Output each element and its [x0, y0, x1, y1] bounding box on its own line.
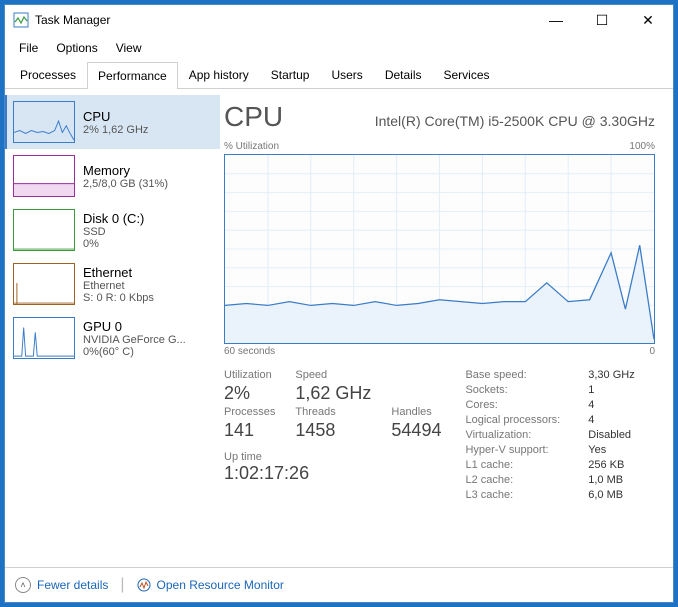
fewer-details-label: Fewer details: [37, 578, 108, 592]
speed-value: 1,62 GHz: [295, 383, 371, 404]
content-area: CPU 2% 1,62 GHz Memory 2,5/8,0 GB (31%) …: [5, 89, 673, 567]
handles-value: 54494: [391, 420, 441, 441]
disk-mini-graph: [13, 209, 75, 251]
tab-startup[interactable]: Startup: [260, 61, 321, 88]
window-title: Task Manager: [35, 13, 533, 27]
main-panel: CPU Intel(R) Core(TM) i5-2500K CPU @ 3.3…: [220, 89, 673, 567]
utilization-label: Utilization: [224, 369, 275, 381]
l1-value: 256 KB: [588, 459, 634, 471]
sidebar-item-memory[interactable]: Memory 2,5/8,0 GB (31%): [5, 149, 220, 203]
window-controls: — ☐ ✕: [533, 5, 671, 35]
menubar: File Options View: [5, 35, 673, 61]
footer-separator: |: [120, 576, 124, 594]
gpu-mini-graph: [13, 317, 75, 359]
threads-value: 1458: [295, 420, 371, 441]
logical-label: Logical processors:: [465, 414, 560, 426]
hyperv-label: Hyper-V support:: [465, 444, 560, 456]
menu-options[interactable]: Options: [48, 37, 105, 59]
chevron-up-icon: ˄: [15, 577, 31, 593]
utilization-value: 2%: [224, 383, 275, 404]
fewer-details-button[interactable]: ˄ Fewer details: [15, 577, 108, 593]
sockets-value: 1: [588, 384, 634, 396]
resource-monitor-icon: [137, 578, 151, 592]
sidebar-item-gpu[interactable]: GPU 0 NVIDIA GeForce G... 0%(60° C): [5, 311, 220, 365]
base-speed-value: 3,30 GHz: [588, 369, 634, 381]
sockets-label: Sockets:: [465, 384, 560, 396]
cpu-utilization-graph[interactable]: [224, 154, 655, 344]
processes-label: Processes: [224, 406, 275, 418]
tabstrip: Processes Performance App history Startu…: [5, 61, 673, 89]
util-label: % Utilization: [224, 141, 279, 152]
sidebar-cpu-sub: 2% 1,62 GHz: [83, 124, 148, 136]
sidebar: CPU 2% 1,62 GHz Memory 2,5/8,0 GB (31%) …: [5, 89, 220, 567]
l2-label: L2 cache:: [465, 474, 560, 486]
app-icon: [13, 12, 29, 28]
uptime-value: 1:02:17:26: [224, 463, 441, 484]
sidebar-ethernet-sub1: Ethernet: [83, 280, 154, 292]
x-right: 0: [649, 346, 655, 357]
sidebar-item-ethernet[interactable]: Ethernet Ethernet S: 0 R: 0 Kbps: [5, 257, 220, 311]
footer: ˄ Fewer details | Open Resource Monitor: [5, 567, 673, 602]
ethernet-mini-graph: [13, 263, 75, 305]
task-manager-window: Task Manager — ☐ ✕ File Options View Pro…: [4, 4, 674, 603]
virt-value: Disabled: [588, 429, 634, 441]
minimize-button[interactable]: —: [533, 5, 579, 35]
uptime-label: Up time: [224, 451, 441, 463]
menu-view[interactable]: View: [108, 37, 150, 59]
sidebar-memory-title: Memory: [83, 163, 168, 178]
menu-file[interactable]: File: [11, 37, 46, 59]
cpu-name: Intel(R) Core(TM) i5-2500K CPU @ 3.30GHz: [375, 113, 655, 129]
sidebar-ethernet-sub2: S: 0 R: 0 Kbps: [83, 292, 154, 304]
sidebar-disk-sub1: SSD: [83, 226, 144, 238]
sidebar-disk-title: Disk 0 (C:): [83, 211, 144, 226]
l3-label: L3 cache:: [465, 489, 560, 501]
tab-app-history[interactable]: App history: [178, 61, 260, 88]
handles-label: Handles: [391, 406, 441, 418]
sidebar-item-disk[interactable]: Disk 0 (C:) SSD 0%: [5, 203, 220, 257]
l2-value: 1,0 MB: [588, 474, 634, 486]
cores-value: 4: [588, 399, 634, 411]
tab-services[interactable]: Services: [433, 61, 501, 88]
sidebar-cpu-title: CPU: [83, 109, 148, 124]
titlebar[interactable]: Task Manager — ☐ ✕: [5, 5, 673, 35]
logical-value: 4: [588, 414, 634, 426]
speed-label: Speed: [295, 369, 371, 381]
memory-mini-graph: [13, 155, 75, 197]
x-left: 60 seconds: [224, 346, 275, 357]
sidebar-gpu-sub1: NVIDIA GeForce G...: [83, 334, 186, 346]
sidebar-gpu-title: GPU 0: [83, 319, 186, 334]
hyperv-value: Yes: [588, 444, 634, 456]
sidebar-ethernet-title: Ethernet: [83, 265, 154, 280]
cores-label: Cores:: [465, 399, 560, 411]
sidebar-memory-sub: 2,5/8,0 GB (31%): [83, 178, 168, 190]
processes-value: 141: [224, 420, 275, 441]
resource-monitor-label: Open Resource Monitor: [157, 578, 284, 592]
tab-processes[interactable]: Processes: [9, 61, 87, 88]
sidebar-item-cpu[interactable]: CPU 2% 1,62 GHz: [5, 95, 220, 149]
util-max: 100%: [629, 141, 655, 152]
sidebar-disk-sub2: 0%: [83, 238, 144, 250]
l1-label: L1 cache:: [465, 459, 560, 471]
tab-performance[interactable]: Performance: [87, 62, 178, 89]
virt-label: Virtualization:: [465, 429, 560, 441]
close-button[interactable]: ✕: [625, 5, 671, 35]
panel-title: CPU: [224, 101, 283, 133]
sidebar-gpu-sub2: 0%(60° C): [83, 346, 186, 358]
threads-label: Threads: [295, 406, 371, 418]
maximize-button[interactable]: ☐: [579, 5, 625, 35]
tab-users[interactable]: Users: [320, 61, 373, 88]
cpu-mini-graph: [13, 101, 75, 143]
tab-details[interactable]: Details: [374, 61, 433, 88]
base-speed-label: Base speed:: [465, 369, 560, 381]
open-resource-monitor-link[interactable]: Open Resource Monitor: [137, 578, 284, 592]
stats-area: Utilization Speed 2% 1,62 GHz Processes …: [224, 369, 655, 501]
l3-value: 6,0 MB: [588, 489, 634, 501]
